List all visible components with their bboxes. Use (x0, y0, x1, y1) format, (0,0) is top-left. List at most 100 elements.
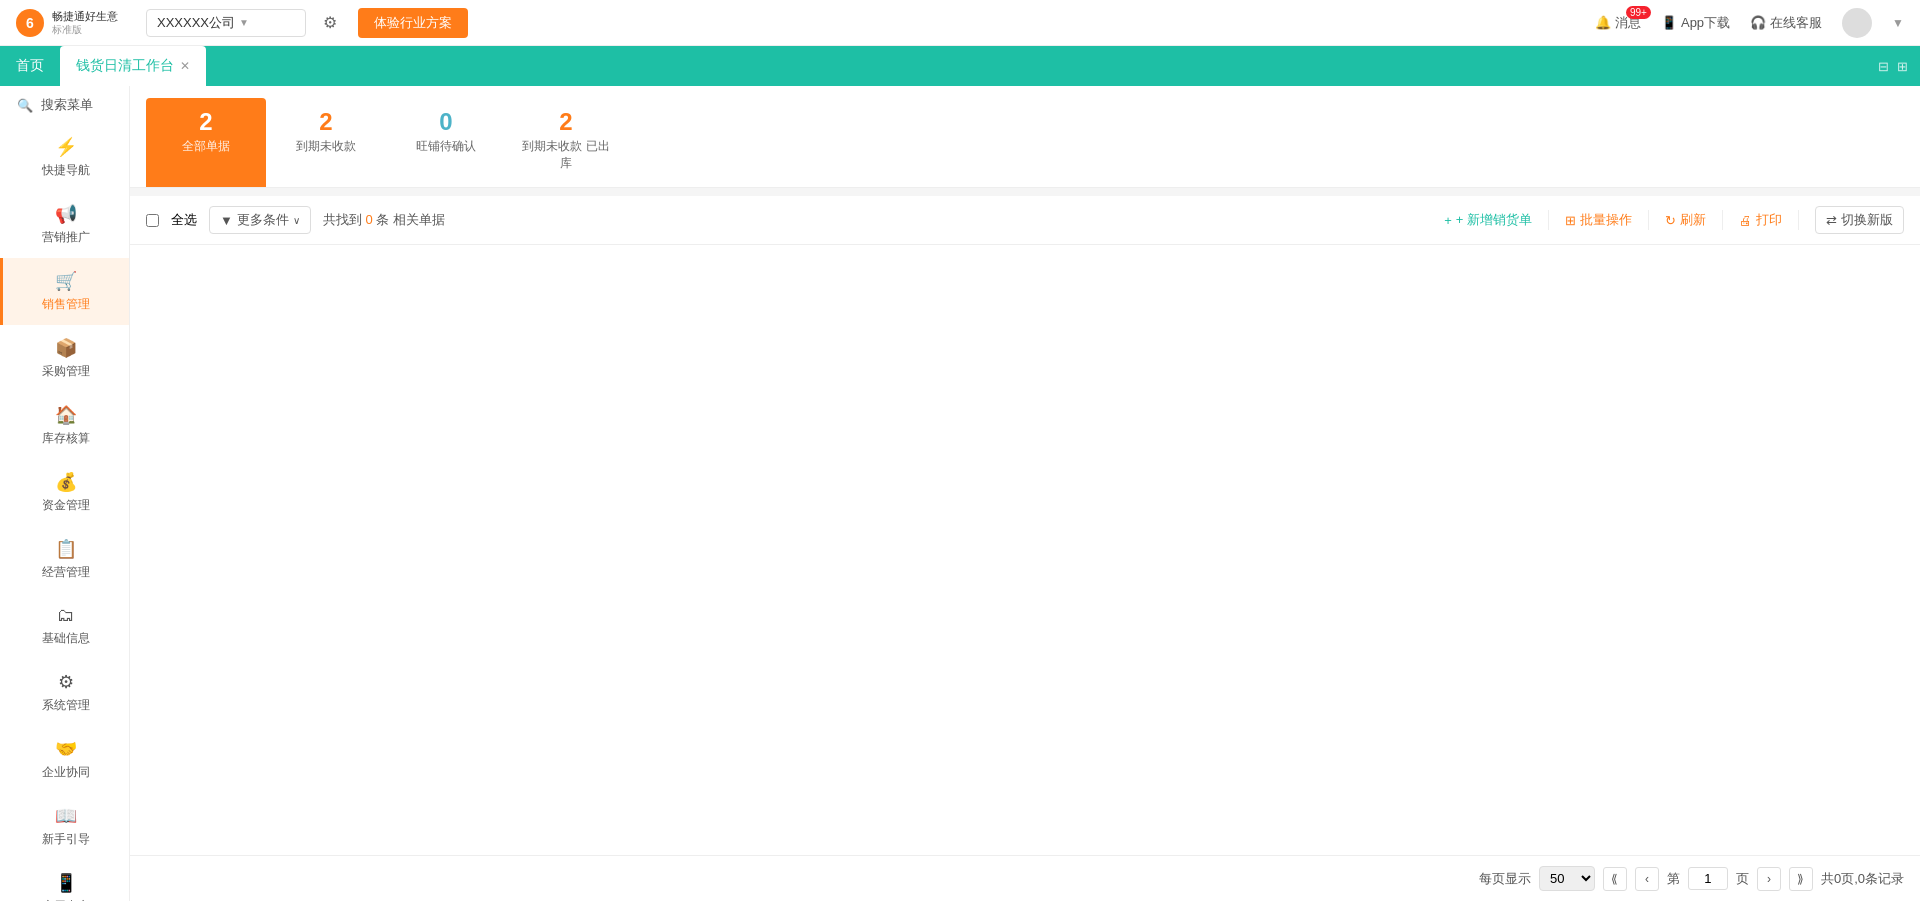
stats-bar: 2 全部单据 2 到期未收款 0 旺铺待确认 2 到期未收款 已出库 (130, 86, 1920, 188)
select-all-label: 全选 (171, 211, 197, 229)
main-layout: 🔍 搜索菜单 ⚡ 快捷导航 📢 营销推广 🛒 销售管理 📦 采购管理 🏠 库存核… (0, 86, 1920, 901)
divider3 (1722, 210, 1723, 230)
refresh-icon: ↻ (1665, 213, 1676, 228)
user-menu-button[interactable]: ▼ (1892, 16, 1904, 30)
batch-button[interactable]: ⊞ 批量操作 (1565, 211, 1632, 229)
divider2 (1648, 210, 1649, 230)
company-selector[interactable]: XXXXXX公司 ▼ (146, 9, 306, 37)
select-all-checkbox[interactable] (146, 214, 159, 227)
refresh-button[interactable]: ↻ 刷新 (1665, 211, 1706, 229)
minimize-icon[interactable]: ⊟ (1878, 59, 1889, 74)
expand-icon[interactable]: ⊞ (1897, 59, 1908, 74)
tab-workbench[interactable]: 钱货日清工作台 ✕ (60, 46, 206, 86)
business-icon: 📋 (55, 538, 77, 560)
company-dropdown-arrow: ▼ (239, 17, 249, 28)
messages-badge: 99+ (1626, 6, 1651, 19)
marketing-icon: 📢 (55, 203, 77, 225)
sidebar-item-sales[interactable]: 🛒 销售管理 (0, 258, 129, 325)
switch-icon: ⇄ (1826, 213, 1837, 228)
stat-card-overdue[interactable]: 2 到期未收款 (266, 98, 386, 187)
add-order-button[interactable]: + + 新增销货单 (1444, 211, 1532, 229)
sidebar-item-quick-nav[interactable]: ⚡ 快捷导航 (0, 124, 129, 191)
sidebar: 🔍 搜索菜单 ⚡ 快捷导航 📢 营销推广 🛒 销售管理 📦 采购管理 🏠 库存核… (0, 86, 130, 901)
pagination: 每页显示 10 20 50 100 ⟪ ‹ 第 页 › ⟫ 共0页,0条记录 (130, 855, 1920, 901)
user-dropdown-icon: ▼ (1892, 16, 1904, 30)
page-size-select[interactable]: 10 20 50 100 (1539, 866, 1595, 891)
sidebar-item-inventory[interactable]: 🏠 库存核算 (0, 392, 129, 459)
service-icon: 🎧 (1750, 15, 1766, 30)
print-icon: 🖨 (1739, 213, 1752, 228)
divider4 (1798, 210, 1799, 230)
batch-icon: ⊞ (1565, 213, 1576, 228)
current-page-input[interactable] (1688, 867, 1728, 890)
inventory-icon: 🏠 (55, 404, 77, 426)
logo-icon: 6 (16, 9, 44, 37)
page-size-label: 每页显示 (1479, 870, 1531, 888)
quick-nav-icon: ⚡ (55, 136, 77, 158)
stat-pending-number: 0 (402, 108, 490, 136)
logo-text: 畅捷通好生意 标准版 (52, 9, 118, 36)
tab-controls: ⊟ ⊞ (1878, 59, 1920, 74)
app-center-icon: 📱 (55, 872, 77, 894)
base-info-icon: 🗂 (57, 605, 75, 626)
filter-icon: ▼ (220, 213, 233, 228)
sidebar-item-enterprise[interactable]: 🤝 企业协同 (0, 726, 129, 793)
page-label: 第 (1667, 870, 1680, 888)
sidebar-item-purchase[interactable]: 📦 采购管理 (0, 325, 129, 392)
found-count: 0 (366, 212, 373, 227)
finance-icon: 💰 (55, 471, 77, 493)
found-text: 共找到 0 条 相关单据 (323, 211, 445, 229)
prev-page-button[interactable]: ‹ (1635, 867, 1659, 891)
download-icon: 📱 (1661, 15, 1677, 30)
page-label-end: 页 (1736, 870, 1749, 888)
add-icon: + (1444, 213, 1452, 228)
purchase-icon: 📦 (55, 337, 77, 359)
trial-button[interactable]: 体验行业方案 (358, 8, 468, 38)
header-right: 🔔 消息 99+ 📱 App下载 🎧 在线客服 ▼ (1595, 8, 1904, 38)
stat-pending-label: 旺铺待确认 (402, 138, 490, 155)
stat-shipped-number: 2 (522, 108, 610, 136)
logo-area: 6 畅捷通好生意 标准版 (16, 9, 146, 37)
last-page-button[interactable]: ⟫ (1789, 867, 1813, 891)
divider (1548, 210, 1549, 230)
stat-shipped-label: 到期未收款 已出库 (522, 138, 610, 172)
content-area: 2 全部单据 2 到期未收款 0 旺铺待确认 2 到期未收款 已出库 全选 ▼ … (130, 86, 1920, 901)
gear-icon: ⚙ (323, 13, 337, 32)
app-download-button[interactable]: 📱 App下载 (1661, 14, 1730, 32)
top-header: 6 畅捷通好生意 标准版 XXXXXX公司 ▼ ⚙ 体验行业方案 🔔 消息 99… (0, 0, 1920, 46)
next-page-button[interactable]: › (1757, 867, 1781, 891)
print-button[interactable]: 🖨 打印 (1739, 211, 1782, 229)
sidebar-item-base-info[interactable]: 🗂 基础信息 (0, 593, 129, 659)
switch-version-button[interactable]: ⇄ 切换新版 (1815, 206, 1904, 234)
sidebar-item-finance[interactable]: 💰 资金管理 (0, 459, 129, 526)
guide-icon: 📖 (55, 805, 77, 827)
settings-button[interactable]: ⚙ (314, 7, 346, 39)
sidebar-item-guide[interactable]: 📖 新手引导 (0, 793, 129, 860)
system-icon: ⚙ (58, 671, 74, 693)
sidebar-item-app-center[interactable]: 📱 应用中心 (0, 860, 129, 901)
tab-bar: 首页 钱货日清工作台 ✕ ⊟ ⊞ (0, 46, 1920, 86)
stat-card-pending[interactable]: 0 旺铺待确认 (386, 98, 506, 187)
tab-home[interactable]: 首页 (0, 46, 60, 86)
stat-overdue-number: 2 (282, 108, 370, 136)
stat-all-label: 全部单据 (162, 138, 250, 155)
stat-overdue-label: 到期未收款 (282, 138, 370, 155)
first-page-button[interactable]: ⟪ (1603, 867, 1627, 891)
total-text: 共0页,0条记录 (1821, 870, 1904, 888)
toolbar-right: + + 新增销货单 ⊞ 批量操作 ↻ 刷新 🖨 打印 (1444, 206, 1904, 234)
sidebar-item-system[interactable]: ⚙ 系统管理 (0, 659, 129, 726)
toolbar: 全选 ▼ 更多条件 ∨ 共找到 0 条 相关单据 + + 新增销货单 ⊞ (130, 196, 1920, 245)
filter-button[interactable]: ▼ 更多条件 ∨ (209, 206, 311, 234)
sidebar-item-marketing[interactable]: 📢 营销推广 (0, 191, 129, 258)
enterprise-icon: 🤝 (55, 738, 77, 760)
stat-card-all[interactable]: 2 全部单据 (146, 98, 266, 187)
table-area (130, 245, 1920, 855)
stat-all-number: 2 (162, 108, 250, 136)
sidebar-search[interactable]: 🔍 搜索菜单 (0, 86, 129, 124)
tab-close-icon[interactable]: ✕ (180, 59, 190, 73)
user-avatar[interactable] (1842, 8, 1872, 38)
online-service-button[interactable]: 🎧 在线客服 (1750, 14, 1822, 32)
stat-card-shipped[interactable]: 2 到期未收款 已出库 (506, 98, 626, 187)
sidebar-item-business[interactable]: 📋 经营管理 (0, 526, 129, 593)
messages-button[interactable]: 🔔 消息 99+ (1595, 14, 1641, 32)
